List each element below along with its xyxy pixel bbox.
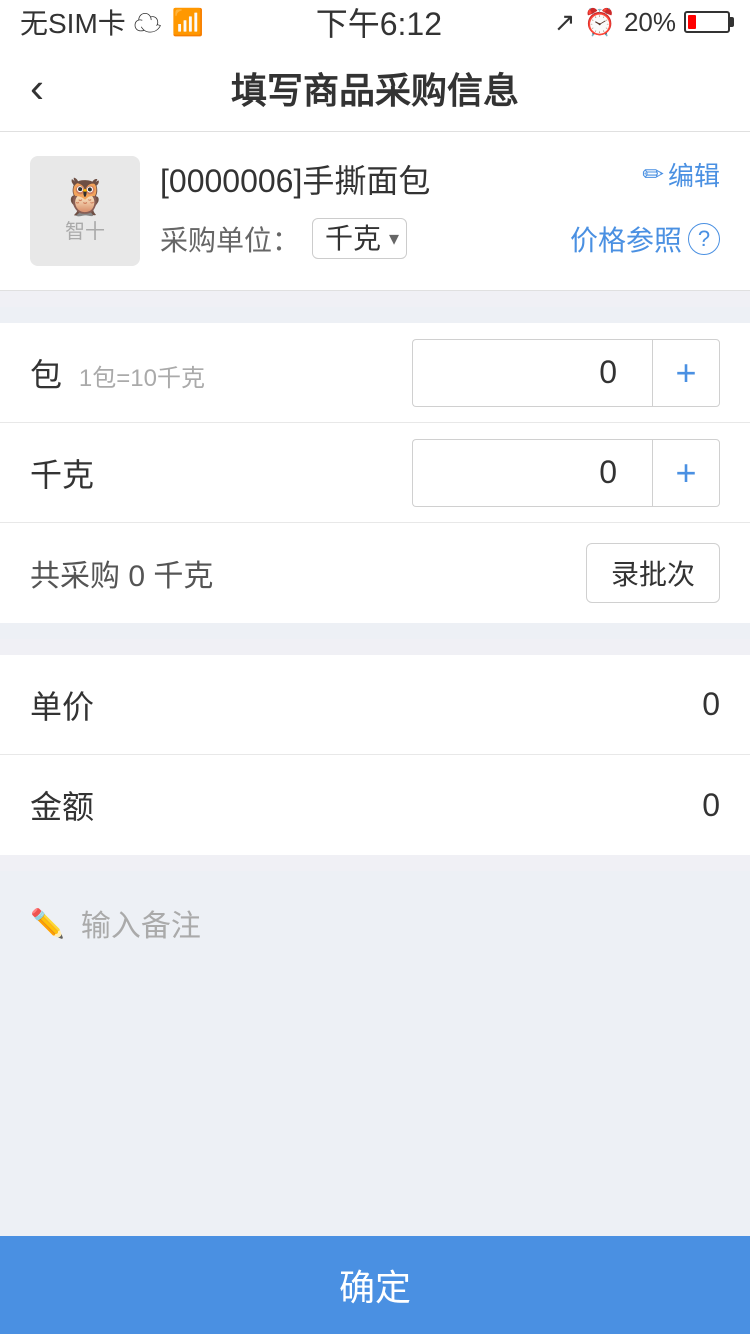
pack-sublabel: 1包=10千克: [79, 365, 205, 392]
unit-select[interactable]: 千克: [312, 218, 407, 259]
product-card: 🦉 智十 [0000006]手撕面包 ✏ 编辑 采购单位： 千克: [0, 132, 750, 291]
unit-select-wrap[interactable]: 千克: [312, 218, 407, 259]
remark-placeholder: 输入备注: [81, 901, 201, 945]
pack-plus-button[interactable]: +: [652, 339, 720, 407]
input-section: 包 1包=10千克 + 千克 +: [0, 323, 750, 523]
remark-section[interactable]: ✏️ 输入备注: [0, 871, 750, 975]
pack-label: 包 1包=10千克: [30, 350, 412, 396]
confirm-button[interactable]: 确定: [0, 1236, 750, 1334]
location-icon: ↗: [554, 7, 576, 38]
kg-label: 千克: [30, 450, 412, 496]
nav-bar: ‹ 填写商品采购信息: [0, 44, 750, 132]
unit-price-value: 0: [702, 686, 720, 723]
section-divider-1: [0, 307, 750, 323]
purchase-unit-row: 采购单位： 千克 价格参照 ?: [160, 218, 720, 259]
thumb-label: 智十: [63, 215, 108, 244]
amount-row: 金额 0: [0, 755, 750, 855]
pack-qty-input[interactable]: [412, 339, 652, 407]
unit-price-label: 单价: [30, 682, 94, 728]
total-row: 共采购 0 千克 录批次: [0, 523, 750, 623]
product-thumbnail: 🦉 智十: [30, 156, 140, 266]
amount-label: 金额: [30, 782, 94, 828]
owl-logo: 🦉: [63, 179, 108, 215]
pack-qty-wrap: +: [412, 339, 720, 407]
status-left: 无SIM卡 ☁ 📶: [20, 2, 204, 42]
product-name-row: [0000006]手撕面包 ✏ 编辑: [160, 156, 720, 202]
unit-selector-group: 采购单位： 千克: [160, 218, 407, 259]
unit-label: 采购单位：: [160, 219, 300, 259]
pack-input-row: 包 1包=10千克 +: [0, 323, 750, 423]
product-name: [0000006]手撕面包: [160, 156, 430, 202]
battery-icon: [684, 11, 730, 33]
confirm-button-label: 确定: [339, 1259, 411, 1311]
kg-qty-wrap: +: [412, 439, 720, 507]
section-divider-2: [0, 623, 750, 639]
page-title: 填写商品采购信息: [231, 62, 519, 114]
price-ref-help-icon: ?: [688, 223, 720, 255]
alarm-icon: ⏰: [584, 7, 616, 38]
kg-plus-button[interactable]: +: [652, 439, 720, 507]
wifi-icon: 📶: [172, 7, 204, 38]
amount-value: 0: [702, 787, 720, 824]
edit-button[interactable]: ✏ 编辑: [642, 156, 720, 193]
record-batch-button[interactable]: 录批次: [586, 543, 720, 603]
edit-icon: ✏: [642, 159, 664, 190]
status-time: 下午6:12: [316, 0, 442, 45]
pencil-icon: ✏️: [30, 907, 65, 940]
kg-qty-input[interactable]: [412, 439, 652, 507]
battery-percentage: 20%: [624, 7, 676, 38]
status-bar: 无SIM卡 ☁ 📶 下午6:12 ↗ ⏰ 20%: [0, 0, 750, 44]
price-reference-button[interactable]: 价格参照 ?: [570, 219, 720, 259]
total-text: 共采购 0 千克: [30, 551, 213, 595]
total-value: 0: [128, 560, 145, 593]
bottom-space: [0, 975, 750, 1275]
kg-input-row: 千克 +: [0, 423, 750, 523]
sim-status: 无SIM卡 ☁: [20, 2, 162, 42]
status-right: ↗ ⏰ 20%: [554, 7, 730, 38]
back-button[interactable]: ‹: [30, 64, 44, 112]
unit-price-row: 单价 0: [0, 655, 750, 755]
price-info-section: 单价 0 金额 0: [0, 655, 750, 855]
product-info: [0000006]手撕面包 ✏ 编辑 采购单位： 千克 价格参照 ?: [160, 156, 720, 259]
